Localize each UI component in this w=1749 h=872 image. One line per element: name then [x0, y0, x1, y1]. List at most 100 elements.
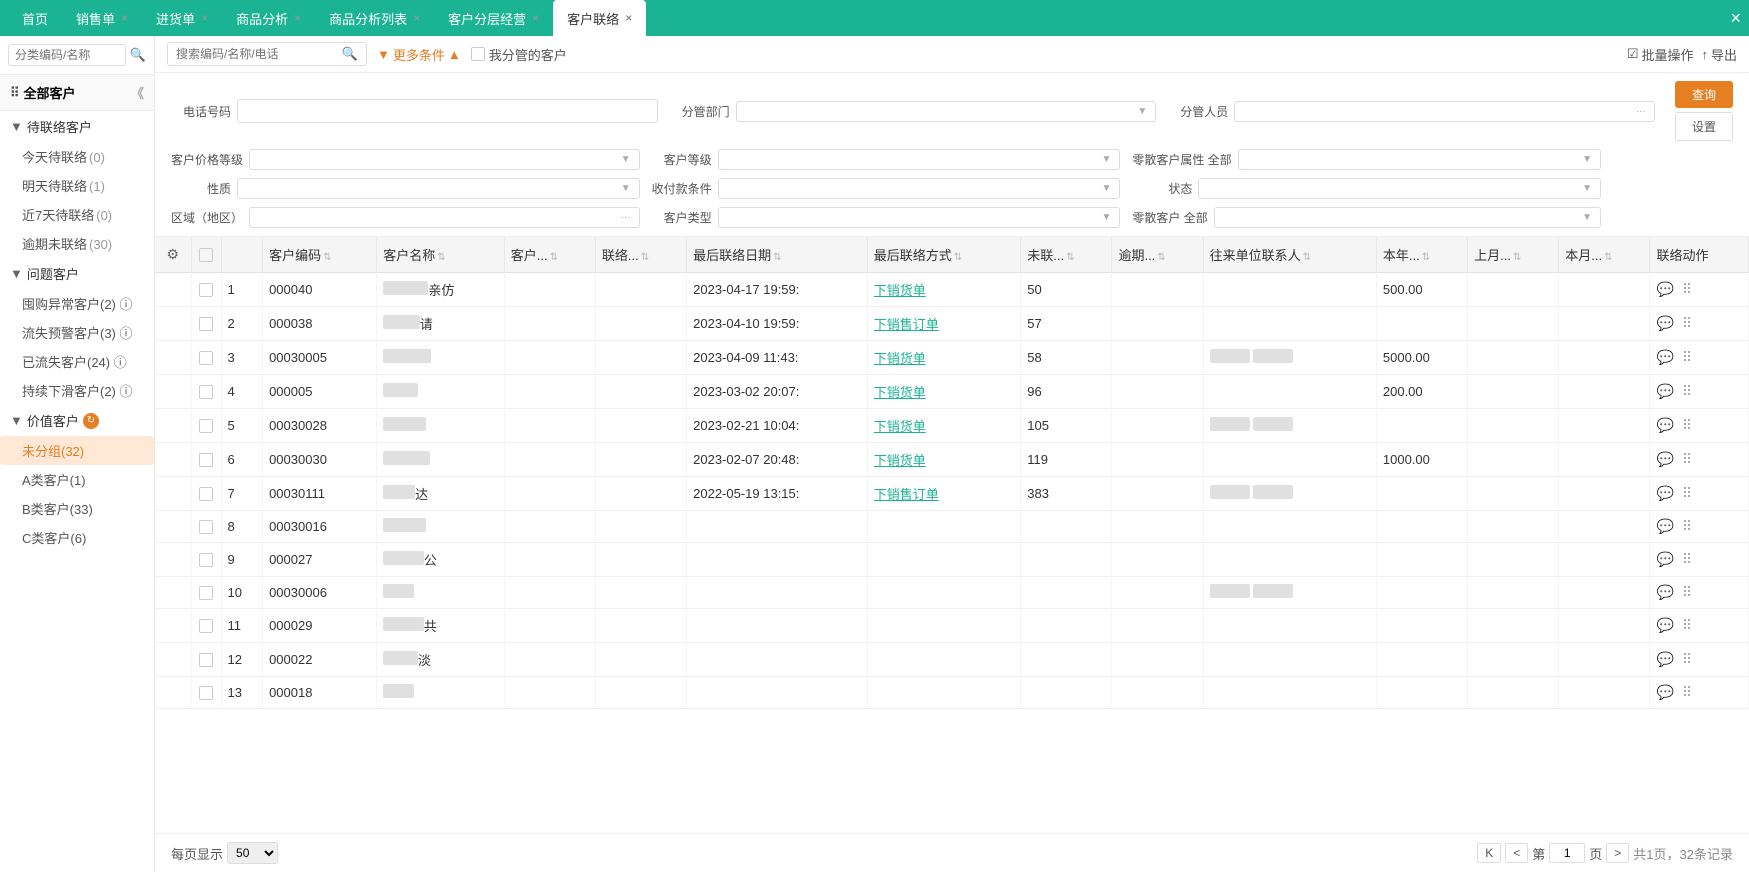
sidebar-search-input[interactable]: [8, 44, 126, 66]
grid-action-icon[interactable]: ⠿: [1682, 518, 1692, 535]
sidebar-item-churn-warning[interactable]: 流失预警客户(3) ⓘ: [0, 318, 154, 347]
refresh-badge[interactable]: ↻: [83, 413, 99, 429]
filter-payment-select[interactable]: ▼: [718, 178, 1121, 199]
filter-customer-type-select[interactable]: ▼: [718, 207, 1121, 228]
col-type[interactable]: 客户...⇅: [504, 237, 595, 273]
grid-action-icon[interactable]: ⠿: [1682, 383, 1692, 400]
col-last-contact-date[interactable]: 最后联络日期⇅: [687, 237, 868, 273]
tab-customer-segment[interactable]: 客户分层经营 ×: [434, 0, 553, 36]
tab-purchase-close[interactable]: ×: [201, 11, 208, 25]
message-action-icon[interactable]: 💬: [1656, 684, 1673, 701]
message-action-icon[interactable]: 💬: [1656, 349, 1673, 366]
row-checkbox[interactable]: [199, 520, 213, 534]
col-contact-person[interactable]: 往来单位联系人⇅: [1203, 237, 1376, 273]
export-button[interactable]: ↑ 导出: [1701, 45, 1737, 64]
tab-customer-segment-close[interactable]: ×: [532, 11, 539, 25]
col-last-contact-method[interactable]: 最后联络方式⇅: [867, 237, 1021, 273]
filter-phone-input[interactable]: [237, 99, 658, 123]
col-name[interactable]: 客户名称⇅: [377, 237, 504, 273]
query-button[interactable]: 查询: [1675, 81, 1733, 108]
sidebar-search-icon[interactable]: 🔍: [130, 47, 146, 63]
contact-method-link[interactable]: 下销货单: [874, 419, 926, 434]
message-action-icon[interactable]: 💬: [1656, 518, 1673, 535]
all-customers-item[interactable]: ⠿ 全部客户 《: [0, 75, 154, 111]
settings-icon[interactable]: ⚙: [166, 246, 179, 263]
col-contact[interactable]: 联络...⇅: [595, 237, 686, 273]
row-checkbox[interactable]: [199, 653, 213, 667]
message-action-icon[interactable]: 💬: [1656, 417, 1673, 434]
tab-customer-contact-close[interactable]: ×: [625, 11, 632, 25]
per-page-select[interactable]: 50 100 200: [227, 842, 278, 864]
filter-person-input[interactable]: ···: [1234, 101, 1655, 122]
message-action-icon[interactable]: 💬: [1656, 383, 1673, 400]
filter-price-level-select[interactable]: ▼: [249, 149, 640, 170]
tab-product-analysis-list[interactable]: 商品分析列表 ×: [315, 0, 434, 36]
contact-method-link[interactable]: 下销货单: [874, 283, 926, 298]
grid-action-icon[interactable]: ⠿: [1682, 281, 1692, 298]
bulk-operations-button[interactable]: ☑ 批量操作: [1627, 45, 1694, 64]
tab-product-analysis-close[interactable]: ×: [294, 11, 301, 25]
tab-product-analysis[interactable]: 商品分析 ×: [222, 0, 315, 36]
message-action-icon[interactable]: 💬: [1656, 485, 1673, 502]
filter-retail-select[interactable]: ▼: [1214, 207, 1601, 228]
section-problem-customers[interactable]: ▼ 问题客户: [0, 258, 154, 289]
tab-customer-contact[interactable]: 客户联络 ×: [553, 0, 646, 36]
tab-home[interactable]: 首页: [8, 0, 62, 36]
message-action-icon[interactable]: 💬: [1656, 451, 1673, 468]
filter-customer-level-select[interactable]: ▼: [718, 149, 1121, 170]
message-action-icon[interactable]: 💬: [1656, 651, 1673, 668]
sidebar-item-abnormal[interactable]: 囤购异常客户(2) ⓘ: [0, 289, 154, 318]
section-pending-contact[interactable]: ▼ 待联络客户: [0, 111, 154, 142]
filter-status-select[interactable]: ▼: [1198, 178, 1601, 199]
grid-action-icon[interactable]: ⠿: [1682, 485, 1692, 502]
grid-action-icon[interactable]: ⠿: [1682, 584, 1692, 601]
message-action-icon[interactable]: 💬: [1656, 315, 1673, 332]
top-close-button[interactable]: ×: [1730, 8, 1741, 29]
contact-method-link[interactable]: 下销货单: [874, 351, 926, 366]
sidebar-item-7days[interactable]: 近7天待联络(0): [0, 200, 154, 229]
col-overdue[interactable]: 逾期...⇅: [1112, 237, 1203, 273]
contact-method-link[interactable]: 下销售订单: [874, 317, 939, 332]
row-checkbox[interactable]: [199, 453, 213, 467]
grid-action-icon[interactable]: ⠿: [1682, 684, 1692, 701]
filter-dept-select[interactable]: ▼: [736, 101, 1157, 122]
col-code[interactable]: 客户编码⇅: [263, 237, 377, 273]
sidebar-item-a-class[interactable]: A类客户(1): [0, 465, 154, 494]
filter-retail-attr-select[interactable]: ▼: [1238, 149, 1601, 170]
tab-sales-close[interactable]: ×: [121, 11, 128, 25]
page-input[interactable]: [1549, 843, 1585, 863]
grid-action-icon[interactable]: ⠿: [1682, 651, 1692, 668]
col-this-month[interactable]: 本月...⇅: [1559, 237, 1650, 273]
row-checkbox[interactable]: [199, 283, 213, 297]
contact-method-link[interactable]: 下销货单: [874, 453, 926, 468]
sidebar-item-today[interactable]: 今天待联络(0): [0, 142, 154, 171]
sidebar-item-ungrouped[interactable]: 未分组(32): [0, 436, 154, 465]
filter-region-input[interactable]: ···: [249, 207, 640, 228]
prev-page-button[interactable]: <: [1505, 843, 1528, 863]
first-page-button[interactable]: K: [1477, 843, 1501, 863]
search-input[interactable]: [176, 47, 342, 61]
grid-action-icon[interactable]: ⠿: [1682, 417, 1692, 434]
sidebar-item-c-class[interactable]: C类客户(6): [0, 523, 154, 552]
col-this-year[interactable]: 本年...⇅: [1376, 237, 1467, 273]
more-filters-button[interactable]: ▼ 更多条件 ▲: [377, 45, 461, 64]
tab-purchase[interactable]: 进货单 ×: [142, 0, 222, 36]
sidebar-item-tomorrow[interactable]: 明天待联络(1): [0, 171, 154, 200]
tab-sales[interactable]: 销售单 ×: [62, 0, 142, 36]
row-checkbox[interactable]: [199, 619, 213, 633]
row-checkbox[interactable]: [199, 385, 213, 399]
row-checkbox[interactable]: [199, 317, 213, 331]
select-all-checkbox[interactable]: [199, 248, 213, 262]
row-checkbox[interactable]: [199, 419, 213, 433]
message-action-icon[interactable]: 💬: [1656, 281, 1673, 298]
sidebar-item-overdue[interactable]: 逾期未联络(30): [0, 229, 154, 258]
section-value-customers[interactable]: ▼ 价值客户 ↻: [0, 405, 154, 436]
grid-action-icon[interactable]: ⠿: [1682, 551, 1692, 568]
contact-method-link[interactable]: 下销货单: [874, 385, 926, 400]
next-page-button[interactable]: >: [1606, 843, 1629, 863]
tab-product-analysis-list-close[interactable]: ×: [413, 11, 420, 25]
message-action-icon[interactable]: 💬: [1656, 584, 1673, 601]
sidebar-item-declining[interactable]: 持续下滑客户(2) ⓘ: [0, 376, 154, 405]
my-customers-check[interactable]: [471, 47, 485, 61]
row-checkbox[interactable]: [199, 586, 213, 600]
